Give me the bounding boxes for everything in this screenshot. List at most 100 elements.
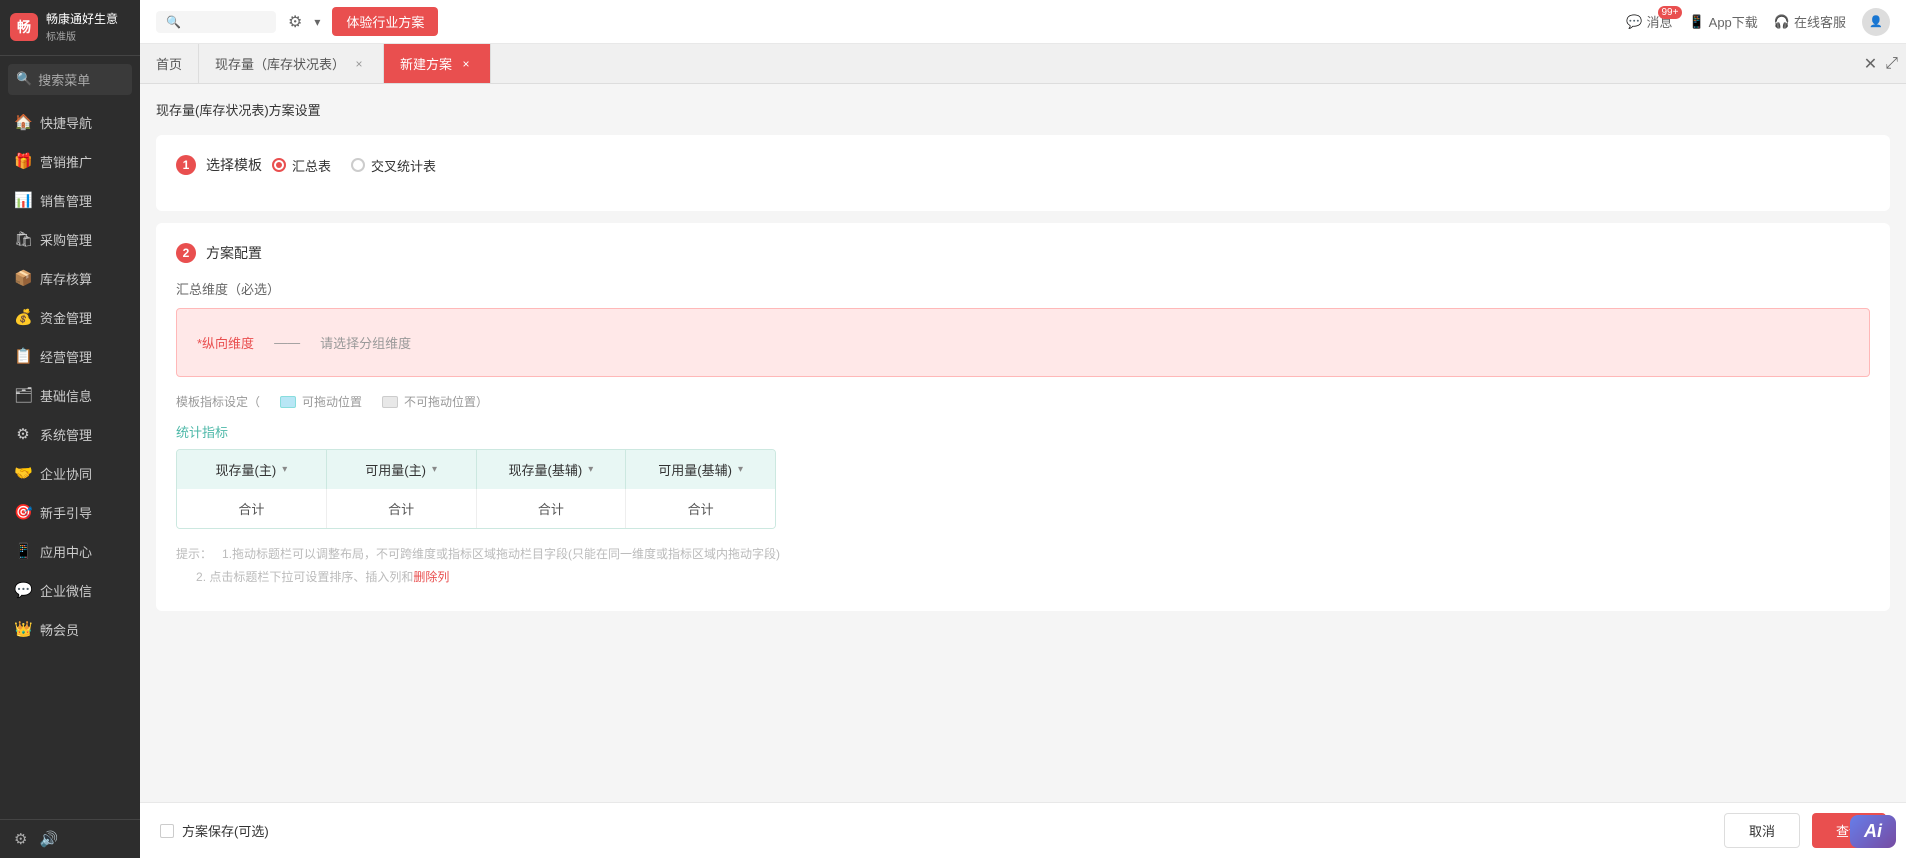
tabbar: 首页 现存量（库存状况表） × 新建方案 × ✕ ⤢ [140,44,1906,84]
message-icon: 💬 [1626,14,1642,30]
hint-fixed: 不可拖动位置） [382,393,488,410]
folder-icon: 🗂 [14,386,32,404]
fixed-box [382,396,398,408]
expand-panel-btn[interactable]: ⤢ [1885,55,1898,73]
tip-item-2: 2. 点击标题栏下拉可设置排序、插入列和删除列 [176,568,1870,587]
search-topbar-icon: 🔍 [166,15,181,29]
stats-table-header: 现存量(主) ▾ 可用量(主) ▾ 现存量(基辅) ▾ 可用量(基辅) ▾ [177,450,775,489]
sidebar-logo: 畅 畅康通好生意 标准版 [0,0,140,56]
logo-icon: 畅 [10,13,38,41]
search-icon: 🔍 [16,71,32,87]
stats-section-title: 统计指标 [176,422,1870,441]
col-body-3: 合计 [626,489,775,528]
tip-title: 提示： 1.拖动标题栏可以调整布局，不可跨维度或指标区域拖动栏目字段(只能在同一… [176,545,1870,564]
stats-table-body: 合计 合计 合计 合计 [177,489,775,528]
box-icon: 📦 [14,269,32,287]
sidebar-item-operations[interactable]: 📋 经营管理 [0,337,140,376]
radio-summary[interactable]: 汇总表 [272,156,331,175]
chat-icon: 💬 [14,581,32,599]
sidebar: 畅 畅康通好生意 标准版 🔍 搜索菜单 🏠 快捷导航 🎁 营销推广 📊 销售管理… [0,0,140,858]
stats-table: 现存量(主) ▾ 可用量(主) ▾ 现存量(基辅) ▾ 可用量(基辅) ▾ [176,449,776,529]
col-body-1: 合计 [327,489,477,528]
topbar: 🔍 ⚙ ▾ 体验行业方案 💬 消息 99+ 📱 App下载 🎧 在线客服 👤 [140,0,1906,44]
avatar: 👤 [1862,8,1890,36]
handshake-icon: 🤝 [14,464,32,482]
section2-header: 2 方案配置 [176,243,1870,263]
sidebar-item-inventory[interactable]: 📦 库存核算 [0,259,140,298]
money-icon: 💰 [14,308,32,326]
app-download-btn[interactable]: 📱 App下载 [1688,12,1757,31]
bottom-bar: 方案保存(可选) 取消 查询 [140,802,1906,858]
bag-icon: 🛍 [14,230,32,248]
col-header-3[interactable]: 可用量(基辅) ▾ [626,450,775,489]
gift-icon: 🎁 [14,152,32,170]
tab-home[interactable]: 首页 [140,44,199,83]
message-btn[interactable]: 💬 消息 99+ [1626,12,1672,31]
col-body-2: 合计 [477,489,627,528]
sidebar-item-sales[interactable]: 📊 销售管理 [0,181,140,220]
target-icon: 🎯 [14,503,32,521]
mobile-icon: 📱 [14,542,32,560]
col-header-0[interactable]: 现存量(主) ▾ [177,450,327,489]
sidebar-item-marketing[interactable]: 🎁 营销推广 [0,142,140,181]
sidebar-item-app-center[interactable]: 📱 应用中心 [0,532,140,571]
online-service-btn[interactable]: 🎧 在线客服 [1774,12,1846,31]
indicators-hint: 模板指标设定（ 可拖动位置 不可拖动位置） [176,393,1870,410]
main-area: 🔍 ⚙ ▾ 体验行业方案 💬 消息 99+ 📱 App下载 🎧 在线客服 👤 [140,0,1906,858]
settings-bottom-icon[interactable]: ⚙ [14,830,27,848]
close-panel-btn[interactable]: ✕ [1864,54,1877,74]
section1-header: 1 选择模板 汇总表 交叉统计表 [176,155,1870,175]
sidebar-item-system[interactable]: ⚙ 系统管理 [0,415,140,454]
logo-text: 畅康通好生意 标准版 [46,12,118,43]
settings-topbar-icon[interactable]: ⚙ [288,12,302,32]
user-avatar[interactable]: 👤 [1862,8,1890,36]
chart-icon: 📊 [14,191,32,209]
dropdown-icon[interactable]: ▾ [314,15,320,29]
topbar-search[interactable]: 🔍 [156,11,276,33]
crown-icon: 👑 [14,620,32,638]
phone-icon: 📱 [1688,14,1704,30]
sidebar-search-menu[interactable]: 🔍 搜索菜单 [8,64,132,95]
radio-crosstab[interactable]: 交叉统计表 [351,156,436,175]
tab-inventory-status[interactable]: 现存量（库存状况表） × [199,44,384,83]
panel-controls: ✕ ⤢ [1864,54,1906,74]
sidebar-nav: 🔍 搜索菜单 🏠 快捷导航 🎁 营销推广 📊 销售管理 🛍 采购管理 📦 库存核… [0,56,140,819]
section-template: 1 选择模板 汇总表 交叉统计表 [156,135,1890,211]
sidebar-item-wechat[interactable]: 💬 企业微信 [0,571,140,610]
speaker-icon[interactable]: 🔊 [39,830,58,848]
sidebar-item-guide[interactable]: 🎯 新手引导 [0,493,140,532]
movable-box [280,396,296,408]
ai-badge[interactable]: Ai [1850,815,1896,848]
tips-section: 提示： 1.拖动标题栏可以调整布局，不可跨维度或指标区域拖动栏目字段(只能在同一… [176,545,1870,587]
chevron-down-icon-1: ▾ [432,464,437,475]
dimension-label: 汇总维度（必选） [176,279,1870,298]
clipboard-icon: 📋 [14,347,32,365]
sidebar-bottom: ⚙ 🔊 [0,819,140,858]
radio-dot-crosstab [351,158,365,172]
dimension-area[interactable]: *纵向维度 —— 请选择分组维度 [176,308,1870,377]
cancel-button[interactable]: 取消 [1724,813,1800,848]
page-title: 现存量(库存状况表)方案设置 [156,100,1890,119]
sidebar-item-member[interactable]: 👑 畅会员 [0,610,140,649]
tab-close-inventory[interactable]: × [351,56,367,72]
save-checkbox[interactable] [160,824,174,838]
settings-icon: ⚙ [14,425,32,443]
home-icon: 🏠 [14,113,32,131]
sidebar-item-corp[interactable]: 🤝 企业协同 [0,454,140,493]
topbar-right: 💬 消息 99+ 📱 App下载 🎧 在线客服 👤 [1626,8,1890,36]
col-body-0: 合计 [177,489,327,528]
save-option[interactable]: 方案保存(可选) [160,821,269,840]
sidebar-item-finance[interactable]: 💰 资金管理 [0,298,140,337]
sidebar-item-quick-nav[interactable]: 🏠 快捷导航 [0,103,140,142]
col-header-1[interactable]: 可用量(主) ▾ [327,450,477,489]
template-radio-group: 汇总表 交叉统计表 [272,156,436,175]
col-header-2[interactable]: 现存量(基辅) ▾ [477,450,627,489]
tab-new-scheme[interactable]: 新建方案 × [384,44,491,83]
trial-btn[interactable]: 体验行业方案 [332,7,438,36]
sidebar-item-basic-info[interactable]: 🗂 基础信息 [0,376,140,415]
chevron-down-icon-0: ▾ [282,464,287,475]
tab-close-new-scheme[interactable]: × [458,56,474,72]
sidebar-item-purchase[interactable]: 🛍 采购管理 [0,220,140,259]
chevron-down-icon-2: ▾ [588,464,593,475]
chevron-down-icon-3: ▾ [738,464,743,475]
